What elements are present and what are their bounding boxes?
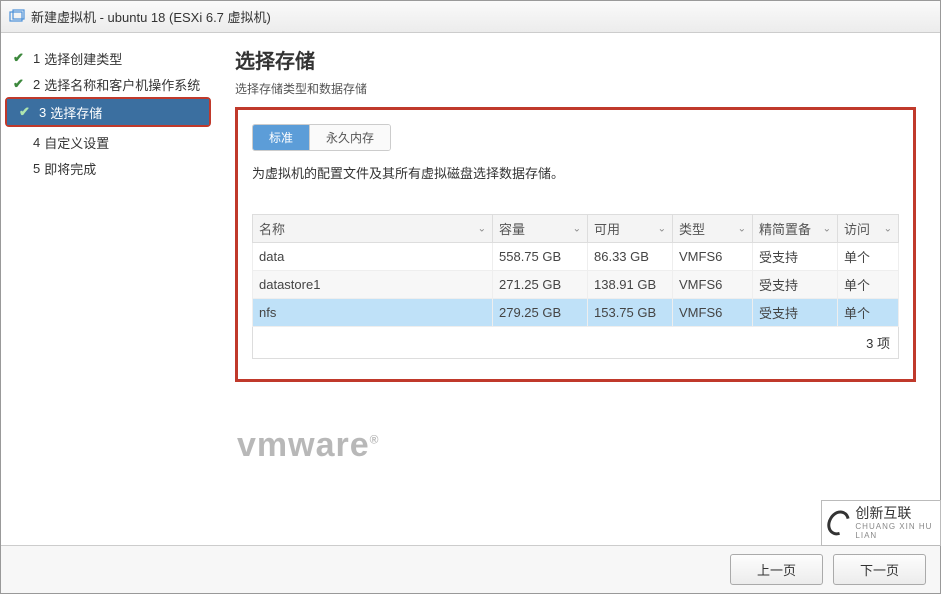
step-1[interactable]: ✔ 1 选择创建类型 (1, 45, 217, 71)
chevron-down-icon: ⌄ (884, 223, 892, 234)
wizard-window: 新建虚拟机 - ubuntu 18 (ESXi 6.7 虚拟机) ✔ 1 选择创… (0, 0, 941, 594)
body: ✔ 1 选择创建类型 ✔ 2 选择名称和客户机操作系统 ✔ 3 选择存储 ✔ 4… (1, 33, 940, 545)
hint-text: 为虚拟机的配置文件及其所有虚拟磁盘选择数据存储。 (252, 163, 899, 182)
table-row[interactable]: nfs 279.25 GB 153.75 GB VMFS6 受支持 单个 (253, 299, 899, 327)
vmware-watermark: vmware® (237, 426, 379, 465)
datastore-table: 名称⌄ 容量⌄ 可用⌄ 类型⌄ 精简置备⌄ 访问⌄ data 558.75 GB (252, 214, 899, 327)
step-label: 选择名称和客户机操作系统 (44, 75, 200, 94)
table-row[interactable]: data 558.75 GB 86.33 GB VMFS6 受支持 单个 (253, 243, 899, 271)
step-label: 即将完成 (44, 159, 96, 178)
step-2[interactable]: ✔ 2 选择名称和客户机操作系统 (1, 71, 217, 97)
step-5[interactable]: ✔ 5 即将完成 (1, 155, 217, 181)
logo-icon (823, 506, 855, 539)
prev-button[interactable]: 上一页 (730, 554, 823, 585)
check-icon: ✔ (19, 104, 33, 120)
main-panel: 选择存储 选择存储类型和数据存储 标准 永久内存 为虚拟机的配置文件及其所有虚拟… (217, 33, 940, 545)
col-thin[interactable]: 精简置备⌄ (753, 215, 838, 243)
tab-standard[interactable]: 标准 (253, 125, 309, 150)
col-available[interactable]: 可用⌄ (588, 215, 673, 243)
storage-type-tabs: 标准 永久内存 (252, 124, 391, 151)
table-footer: 3 项 (252, 327, 899, 359)
chevron-down-icon: ⌄ (478, 223, 486, 234)
window-title: 新建虚拟机 - ubuntu 18 (ESXi 6.7 虚拟机) (31, 7, 271, 26)
chevron-down-icon: ⌄ (658, 223, 666, 234)
badge-text: 创新互联 (855, 506, 934, 521)
step-3[interactable]: ✔ 3 选择存储 (7, 99, 209, 125)
tab-persistent[interactable]: 永久内存 (309, 125, 390, 150)
chevron-down-icon: ⌄ (738, 223, 746, 234)
col-capacity[interactable]: 容量⌄ (493, 215, 588, 243)
col-access[interactable]: 访问⌄ (838, 215, 899, 243)
chevron-down-icon: ⌄ (573, 223, 581, 234)
step-label: 选择存储 (50, 103, 102, 122)
highlighted-region: 标准 永久内存 为虚拟机的配置文件及其所有虚拟磁盘选择数据存储。 名称⌄ 容量⌄… (235, 107, 916, 382)
page-subtitle: 选择存储类型和数据存储 (235, 80, 916, 97)
table-row[interactable]: datastore1 271.25 GB 138.91 GB VMFS6 受支持… (253, 271, 899, 299)
chevron-down-icon: ⌄ (823, 223, 831, 234)
check-icon: ✔ (13, 76, 27, 92)
step-4[interactable]: ✔ 4 自定义设置 (1, 129, 217, 155)
page-title: 选择存储 (235, 45, 916, 74)
next-button[interactable]: 下一页 (833, 554, 926, 585)
col-type[interactable]: 类型⌄ (673, 215, 753, 243)
wizard-steps: ✔ 1 选择创建类型 ✔ 2 选择名称和客户机操作系统 ✔ 3 选择存储 ✔ 4… (1, 33, 217, 545)
footer-bar: 上一页 下一页 (1, 545, 940, 593)
badge-sub: CHUANG XIN HU LIAN (855, 522, 934, 540)
step-label: 自定义设置 (44, 133, 109, 152)
brand-badge: 创新互联 CHUANG XIN HU LIAN (821, 500, 941, 546)
vm-icon (9, 9, 25, 25)
titlebar: 新建虚拟机 - ubuntu 18 (ESXi 6.7 虚拟机) (1, 1, 940, 33)
step-label: 选择创建类型 (44, 49, 122, 68)
col-name[interactable]: 名称⌄ (253, 215, 493, 243)
check-icon: ✔ (13, 50, 27, 66)
